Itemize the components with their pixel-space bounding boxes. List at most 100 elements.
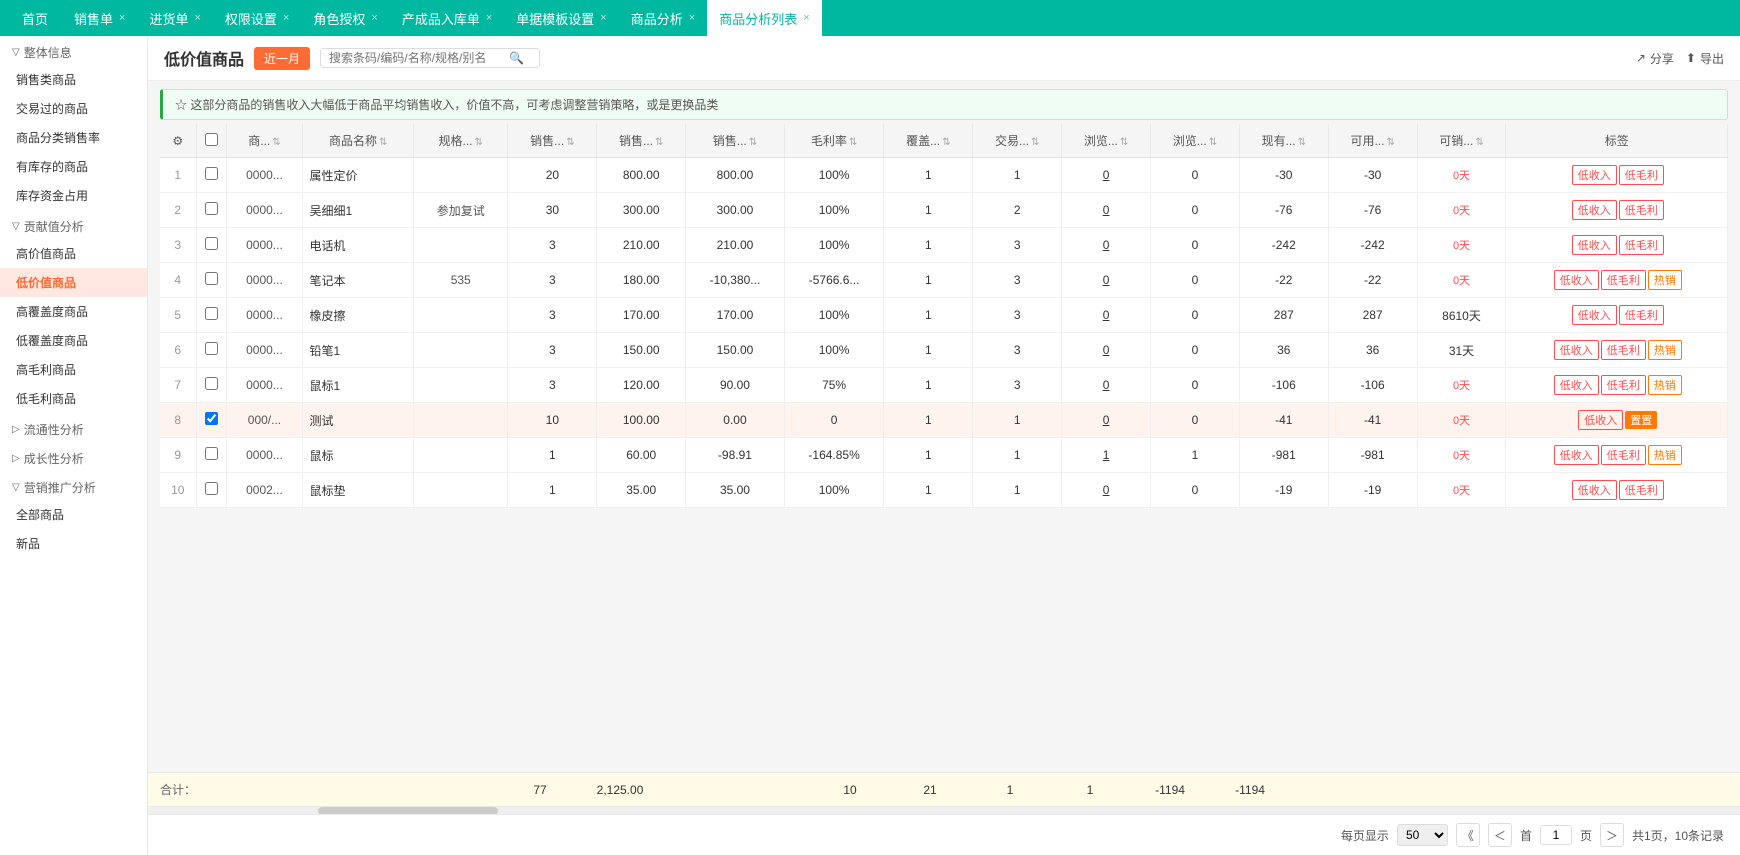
- row-checkbox[interactable]: [205, 447, 218, 460]
- sidebar-group-marketing[interactable]: ▽ 营销推广分析: [0, 471, 147, 500]
- row-checkbox[interactable]: [205, 237, 218, 250]
- close-icon[interactable]: ×: [283, 12, 289, 24]
- sort-icon[interactable]: ⇅: [1209, 137, 1217, 148]
- search-input[interactable]: [329, 51, 509, 65]
- prev-page-button[interactable]: ＜: [1488, 823, 1512, 847]
- sidebar-item-stocked-goods[interactable]: 有库存的商品: [0, 152, 147, 181]
- sidebar-item-sales-goods[interactable]: 销售类商品: [0, 65, 147, 94]
- sort-icon[interactable]: ⇅: [1386, 137, 1394, 148]
- sort-icon[interactable]: ⇅: [475, 137, 483, 148]
- nav-tab-purchase[interactable]: 进货单 ×: [137, 0, 212, 36]
- tag-label: 热销: [1648, 375, 1682, 395]
- close-icon[interactable]: ×: [194, 12, 200, 24]
- sort-icon[interactable]: ⇅: [379, 137, 387, 148]
- sort-icon[interactable]: ⇅: [749, 137, 757, 148]
- row-checkbox-cell[interactable]: [196, 368, 226, 403]
- sidebar-item-category-rate[interactable]: 商品分类销售率: [0, 123, 147, 152]
- first-page-button[interactable]: 《: [1456, 823, 1480, 847]
- sidebar-item-new-goods[interactable]: 新品: [0, 529, 147, 558]
- page-number-input[interactable]: [1540, 825, 1572, 845]
- nav-tab-product-in[interactable]: 产成品入库单 ×: [390, 0, 504, 36]
- close-icon[interactable]: ×: [119, 12, 125, 24]
- sort-icon[interactable]: ⇅: [942, 137, 950, 148]
- row-checkbox-cell[interactable]: [196, 438, 226, 473]
- row-checkbox-cell[interactable]: [196, 473, 226, 508]
- row-checkbox-cell[interactable]: [196, 298, 226, 333]
- export-button[interactable]: ⬆ 导出: [1686, 50, 1724, 67]
- sort-icon[interactable]: ⇅: [1031, 137, 1039, 148]
- checkbox-col-header[interactable]: [196, 124, 226, 158]
- sort-icon[interactable]: ⇅: [1475, 137, 1483, 148]
- tags-col-header: 标签: [1506, 124, 1728, 158]
- row-checkbox-cell[interactable]: [196, 403, 226, 438]
- row-checkbox-cell[interactable]: [196, 333, 226, 368]
- close-icon[interactable]: ×: [803, 12, 809, 24]
- per-page-select[interactable]: 50 20 100: [1397, 824, 1448, 846]
- row-sale2: -98.91: [686, 438, 785, 473]
- sidebar-item-low-margin[interactable]: 低毛利商品: [0, 384, 147, 413]
- row-avail: -981: [1328, 438, 1417, 473]
- sort-icon[interactable]: ⇅: [272, 137, 280, 148]
- sidebar-item-traded-goods[interactable]: 交易过的商品: [0, 94, 147, 123]
- nav-tab-permission[interactable]: 权限设置 ×: [213, 0, 301, 36]
- row-checkbox-cell[interactable]: [196, 158, 226, 193]
- close-icon[interactable]: ×: [371, 12, 377, 24]
- row-checkbox[interactable]: [205, 342, 218, 355]
- row-no: 7: [160, 368, 196, 403]
- sort-icon[interactable]: ⇅: [1298, 137, 1306, 148]
- row-checkbox[interactable]: [205, 482, 218, 495]
- close-icon[interactable]: ×: [486, 12, 492, 24]
- sidebar-item-high-value[interactable]: 高价值商品: [0, 239, 147, 268]
- search-icon[interactable]: 🔍: [509, 51, 524, 65]
- sidebar-group-circulation[interactable]: ▷ 流通性分析: [0, 413, 147, 442]
- sort-icon[interactable]: ⇅: [655, 137, 663, 148]
- share-button[interactable]: ↗ 分享: [1636, 50, 1674, 67]
- sidebar-group-contribution[interactable]: ▽ 贡献值分析: [0, 210, 147, 239]
- row-checkbox[interactable]: [205, 307, 218, 320]
- sort-icon[interactable]: ⇅: [566, 137, 574, 148]
- row-checkbox[interactable]: [205, 377, 218, 390]
- filter-recent-month-button[interactable]: 近一月: [254, 47, 310, 70]
- sale2-col-header: 销售...⇅: [686, 124, 785, 158]
- row-spec: [413, 368, 507, 403]
- nav-tab-template[interactable]: 单据模板设置 ×: [504, 0, 618, 36]
- horizontal-scrollbar[interactable]: [148, 806, 1740, 814]
- settings-col-header[interactable]: ⚙: [160, 124, 196, 158]
- sidebar-item-high-coverage[interactable]: 高覆盖度商品: [0, 297, 147, 326]
- row-checkbox[interactable]: [205, 412, 218, 425]
- sidebar-group-growth[interactable]: ▷ 成长性分析: [0, 442, 147, 471]
- tag-label: 低收入: [1578, 410, 1623, 430]
- sidebar-group-overall[interactable]: ▽ 整体信息: [0, 36, 147, 65]
- nav-home[interactable]: 首页: [8, 9, 62, 28]
- row-sale1: 150.00: [597, 333, 686, 368]
- row-sale1: 35.00: [597, 473, 686, 508]
- row-checkbox-cell[interactable]: [196, 263, 226, 298]
- nav-tab-role[interactable]: 角色授权 ×: [301, 0, 389, 36]
- row-checkbox-cell[interactable]: [196, 193, 226, 228]
- sidebar-item-high-margin[interactable]: 高毛利商品: [0, 355, 147, 384]
- sidebar-item-low-coverage[interactable]: 低覆盖度商品: [0, 326, 147, 355]
- sort-icon[interactable]: ⇅: [849, 137, 857, 148]
- days-label: 0天: [1453, 450, 1470, 462]
- table-wrapper[interactable]: ⚙ 商...⇅ 商品名称⇅ 规格...⇅ 销售...⇅ 销售...⇅ 销售...…: [148, 124, 1740, 772]
- sidebar-item-low-value[interactable]: 低价值商品: [0, 268, 147, 297]
- close-icon[interactable]: ×: [689, 12, 695, 24]
- next-page-button[interactable]: ＞: [1600, 823, 1624, 847]
- nav-tab-analysis[interactable]: 商品分析 ×: [619, 0, 707, 36]
- row-name: 鼠标1: [303, 368, 414, 403]
- row-qty: 3: [508, 298, 597, 333]
- select-all-checkbox[interactable]: [205, 133, 218, 146]
- nav-tab-analysis-list[interactable]: 商品分析列表 ×: [707, 0, 821, 36]
- row-margin: 100%: [784, 333, 884, 368]
- nav-tab-sales[interactable]: 销售单 ×: [62, 0, 137, 36]
- row-checkbox-cell[interactable]: [196, 228, 226, 263]
- sidebar-item-all-goods[interactable]: 全部商品: [0, 500, 147, 529]
- close-icon[interactable]: ×: [600, 12, 606, 24]
- row-checkbox[interactable]: [205, 167, 218, 180]
- sidebar-item-stock-capital[interactable]: 库存资金占用: [0, 181, 147, 210]
- sort-icon[interactable]: ⇅: [1120, 137, 1128, 148]
- footer-qty: 77: [500, 783, 580, 797]
- row-checkbox[interactable]: [205, 202, 218, 215]
- row-qty: 3: [508, 333, 597, 368]
- row-checkbox[interactable]: [205, 272, 218, 285]
